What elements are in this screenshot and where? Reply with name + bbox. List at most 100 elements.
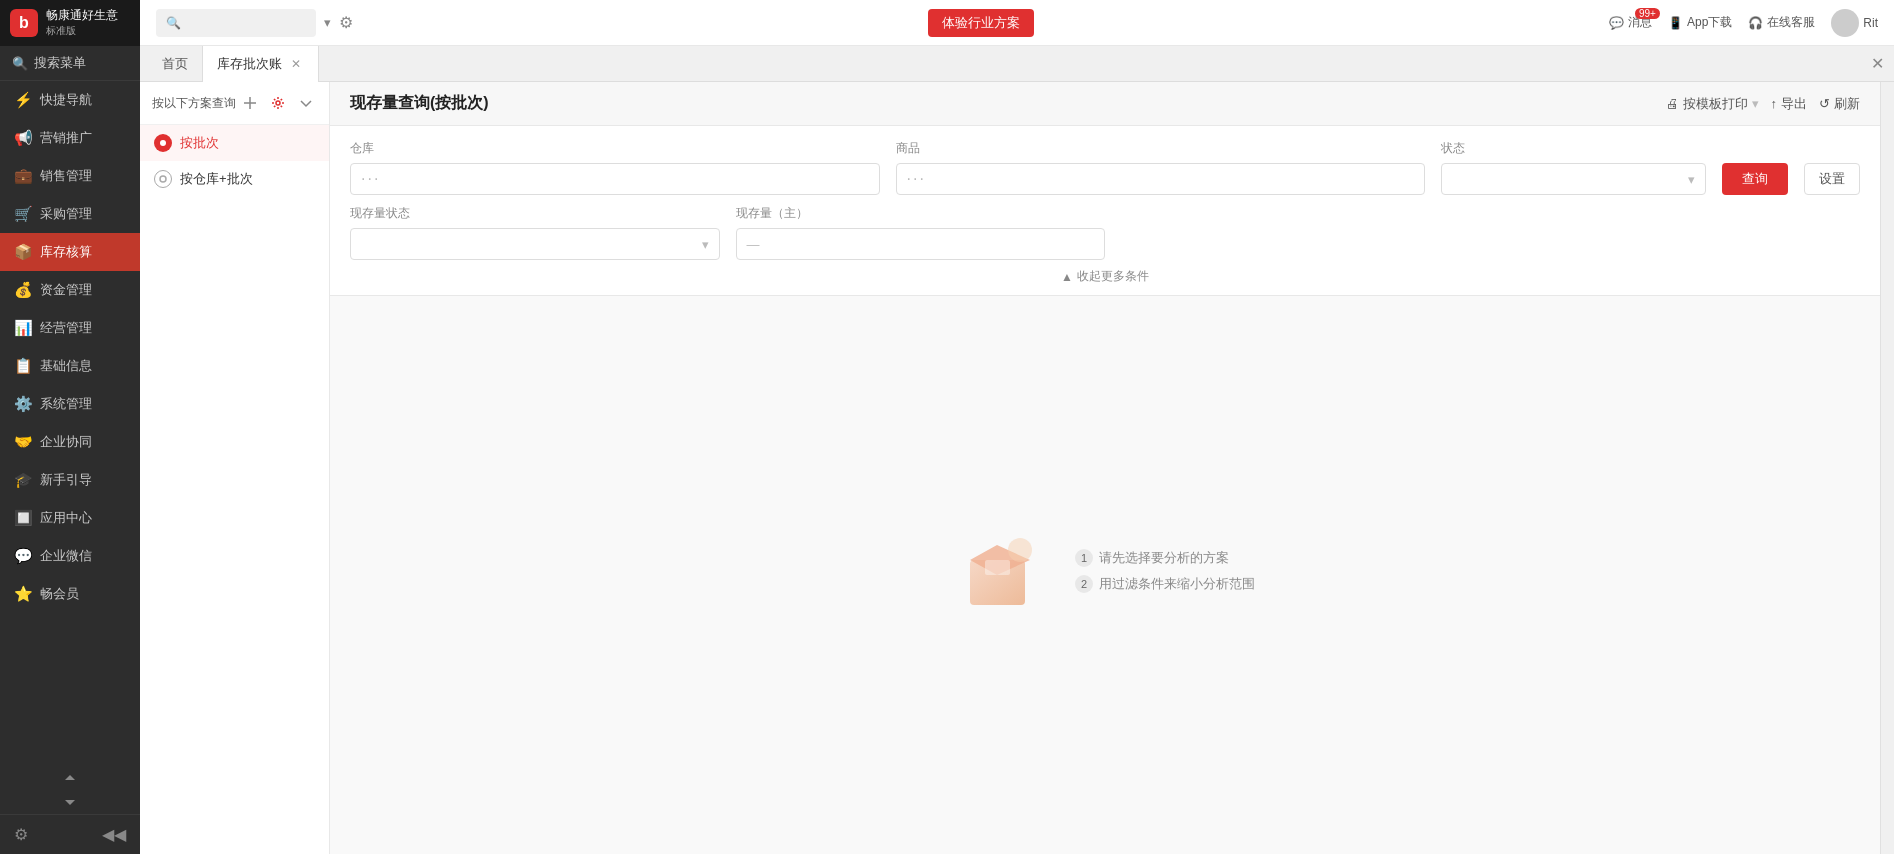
main-panel: 现存量查询(按批次) 🖨 按模板打印 ▾ ↑ 导出 ↺ 刷新 (330, 82, 1880, 854)
sidebar-item-label: 系统管理 (40, 395, 92, 413)
refresh-btn[interactable]: ↺ 刷新 (1819, 95, 1860, 113)
sidebar-item-operations[interactable]: 📊 经营管理 (0, 309, 140, 347)
sidebar-item-inventory[interactable]: 📦 库存核算 (0, 233, 140, 271)
sidebar-item-finance[interactable]: 💰 资金管理 (0, 271, 140, 309)
inventory-qty-label: 现存量（主） (736, 205, 1106, 222)
search-area: 仓库 ··· 商品 ··· 状态 (330, 126, 1880, 296)
export-btn[interactable]: ↑ 导出 (1771, 95, 1808, 113)
sidebar-item-label: 新手引导 (40, 471, 92, 489)
sidebar-item-guide[interactable]: 🎓 新手引导 (0, 461, 140, 499)
user-name: Rit (1863, 16, 1878, 30)
collapse-sidebar-icon[interactable]: ◀◀ (102, 825, 126, 844)
tab-batch-account-label: 库存批次账 (217, 55, 282, 73)
tab-batch-account[interactable]: 库存批次账 ✕ (203, 46, 319, 82)
print-chevron-icon: ▾ (1752, 96, 1759, 111)
scheme-settings-btn[interactable] (267, 92, 289, 114)
sidebar-header: b 畅康通好生意 标准版 (0, 0, 140, 46)
collapse-conditions-btn[interactable]: ▲ 收起更多条件 (350, 268, 1860, 285)
experience-btn[interactable]: 体验行业方案 (928, 9, 1034, 37)
tab-home[interactable]: 首页 (148, 46, 203, 82)
sidebar-item-label: 应用中心 (40, 509, 92, 527)
warehouse-input[interactable]: ··· (350, 163, 880, 195)
search-row-2: 现存量状态 ▾ 现存量（主） — (350, 205, 1860, 260)
topbar-gear-icon[interactable]: ⚙ (339, 13, 353, 32)
member-icon: ⭐ (14, 585, 32, 603)
sidebar-item-marketing[interactable]: 📢 营销推广 (0, 119, 140, 157)
scheme-by-warehouse-batch[interactable]: 按仓库+批次 (140, 161, 329, 197)
scheme-by-batch[interactable]: 按批次 (140, 125, 329, 161)
sidebar-item-collab[interactable]: 🤝 企业协同 (0, 423, 140, 461)
online-service-btn[interactable]: 🎧 在线客服 (1748, 14, 1815, 31)
inventory-status-input[interactable]: ▾ (350, 228, 720, 260)
svg-rect-5 (985, 560, 1010, 575)
tab-close-all-icon[interactable]: ✕ (1871, 54, 1884, 73)
sidebar-item-purchase[interactable]: 🛒 采购管理 (0, 195, 140, 233)
collapse-filter-btn[interactable] (295, 92, 317, 114)
wechat-icon: 💬 (14, 547, 32, 565)
goods-label: 商品 (896, 140, 1426, 157)
sidebar-company-name: 畅康通好生意 (46, 8, 118, 24)
sidebar-item-wechat[interactable]: 💬 企业微信 (0, 537, 140, 575)
print-icon: 🖨 (1666, 96, 1679, 111)
sidebar-item-member[interactable]: ⭐ 畅会员 (0, 575, 140, 613)
messages-btn[interactable]: 💬 消息 99+ (1609, 14, 1652, 31)
svg-point-2 (160, 176, 166, 182)
svg-point-6 (1008, 538, 1032, 562)
print-label: 按模板打印 (1683, 95, 1748, 113)
sidebar-item-quick-nav[interactable]: ⚡ 快捷导航 (0, 81, 140, 119)
warehouse-field: 仓库 ··· (350, 140, 880, 195)
sidebar-item-apps[interactable]: 🔲 应用中心 (0, 499, 140, 537)
apps-icon: 🔲 (14, 509, 32, 527)
status-chevron-icon: ▾ (1688, 172, 1695, 187)
page-title-bar: 现存量查询(按批次) 🖨 按模板打印 ▾ ↑ 导出 ↺ 刷新 (330, 82, 1880, 126)
collapse-up-icon: ▲ (1061, 270, 1073, 284)
topbar-chevron-icon[interactable]: ▾ (324, 15, 331, 30)
user-profile-btn[interactable]: Rit (1831, 9, 1878, 37)
sidebar-edition: 标准版 (46, 24, 118, 38)
topbar-search-box[interactable]: 🔍 (156, 9, 316, 37)
status-input[interactable]: ▾ (1441, 163, 1706, 195)
scheme-by-warehouse-batch-label: 按仓库+批次 (180, 170, 253, 188)
guide-icon: 🎓 (14, 471, 32, 489)
sidebar-item-basic[interactable]: 📋 基础信息 (0, 347, 140, 385)
phone-icon: 📱 (1668, 16, 1683, 30)
inventory-status-field: 现存量状态 ▾ (350, 205, 720, 260)
sidebar: b 畅康通好生意 标准版 🔍 搜索菜单 ⚡ 快捷导航 📢 营销推广 💼 销售管理… (0, 0, 140, 854)
sidebar-nav: ⚡ 快捷导航 📢 营销推广 💼 销售管理 🛒 采购管理 📦 库存核算 💰 资金管… (0, 81, 140, 766)
app-download-btn[interactable]: 📱 App下载 (1668, 14, 1732, 31)
sidebar-scroll-down[interactable] (0, 790, 140, 814)
goods-field: 商品 ··· (896, 140, 1426, 195)
headset-icon: 🎧 (1748, 16, 1763, 30)
sidebar-item-label: 企业协同 (40, 433, 92, 451)
settings-icon[interactable]: ⚙ (14, 825, 28, 844)
svg-point-0 (276, 101, 280, 105)
inventory-qty-input[interactable]: — (736, 228, 1106, 260)
sidebar-item-sales[interactable]: 💼 销售管理 (0, 157, 140, 195)
online-service-label: 在线客服 (1767, 14, 1815, 31)
topbar-search-icon: 🔍 (166, 16, 181, 30)
inventory-status-chevron-icon: ▾ (702, 237, 709, 252)
sidebar-item-label: 资金管理 (40, 281, 92, 299)
search-icon: 🔍 (12, 56, 28, 71)
tabbar: 首页 库存批次账 ✕ ✕ (140, 46, 1894, 82)
export-label: 导出 (1781, 95, 1807, 113)
empty-state-icon (955, 530, 1045, 620)
refresh-label: 刷新 (1834, 95, 1860, 113)
print-btn[interactable]: 🖨 按模板打印 ▾ (1666, 95, 1759, 113)
query-btn[interactable]: 查询 (1722, 163, 1788, 195)
sidebar-item-system[interactable]: ⚙️ 系统管理 (0, 385, 140, 423)
filter-panel: 按以下方案查询 按批次 (140, 82, 330, 854)
message-icon: 💬 (1609, 16, 1624, 30)
refresh-icon: ↺ (1819, 96, 1830, 111)
sidebar-search-label: 搜索菜单 (34, 54, 86, 72)
qty-dash: — (747, 237, 760, 252)
add-scheme-btn[interactable] (239, 92, 261, 114)
filter-panel-header: 按以下方案查询 (140, 82, 329, 125)
search-setting-btn[interactable]: 设置 (1804, 163, 1860, 195)
tab-close-btn[interactable]: ✕ (288, 56, 304, 72)
right-scrollbar[interactable] (1880, 82, 1894, 854)
sidebar-search[interactable]: 🔍 搜索菜单 (0, 46, 140, 81)
filter-panel-header-actions (239, 92, 317, 114)
sidebar-scroll-up[interactable] (0, 766, 140, 790)
goods-input[interactable]: ··· (896, 163, 1426, 195)
